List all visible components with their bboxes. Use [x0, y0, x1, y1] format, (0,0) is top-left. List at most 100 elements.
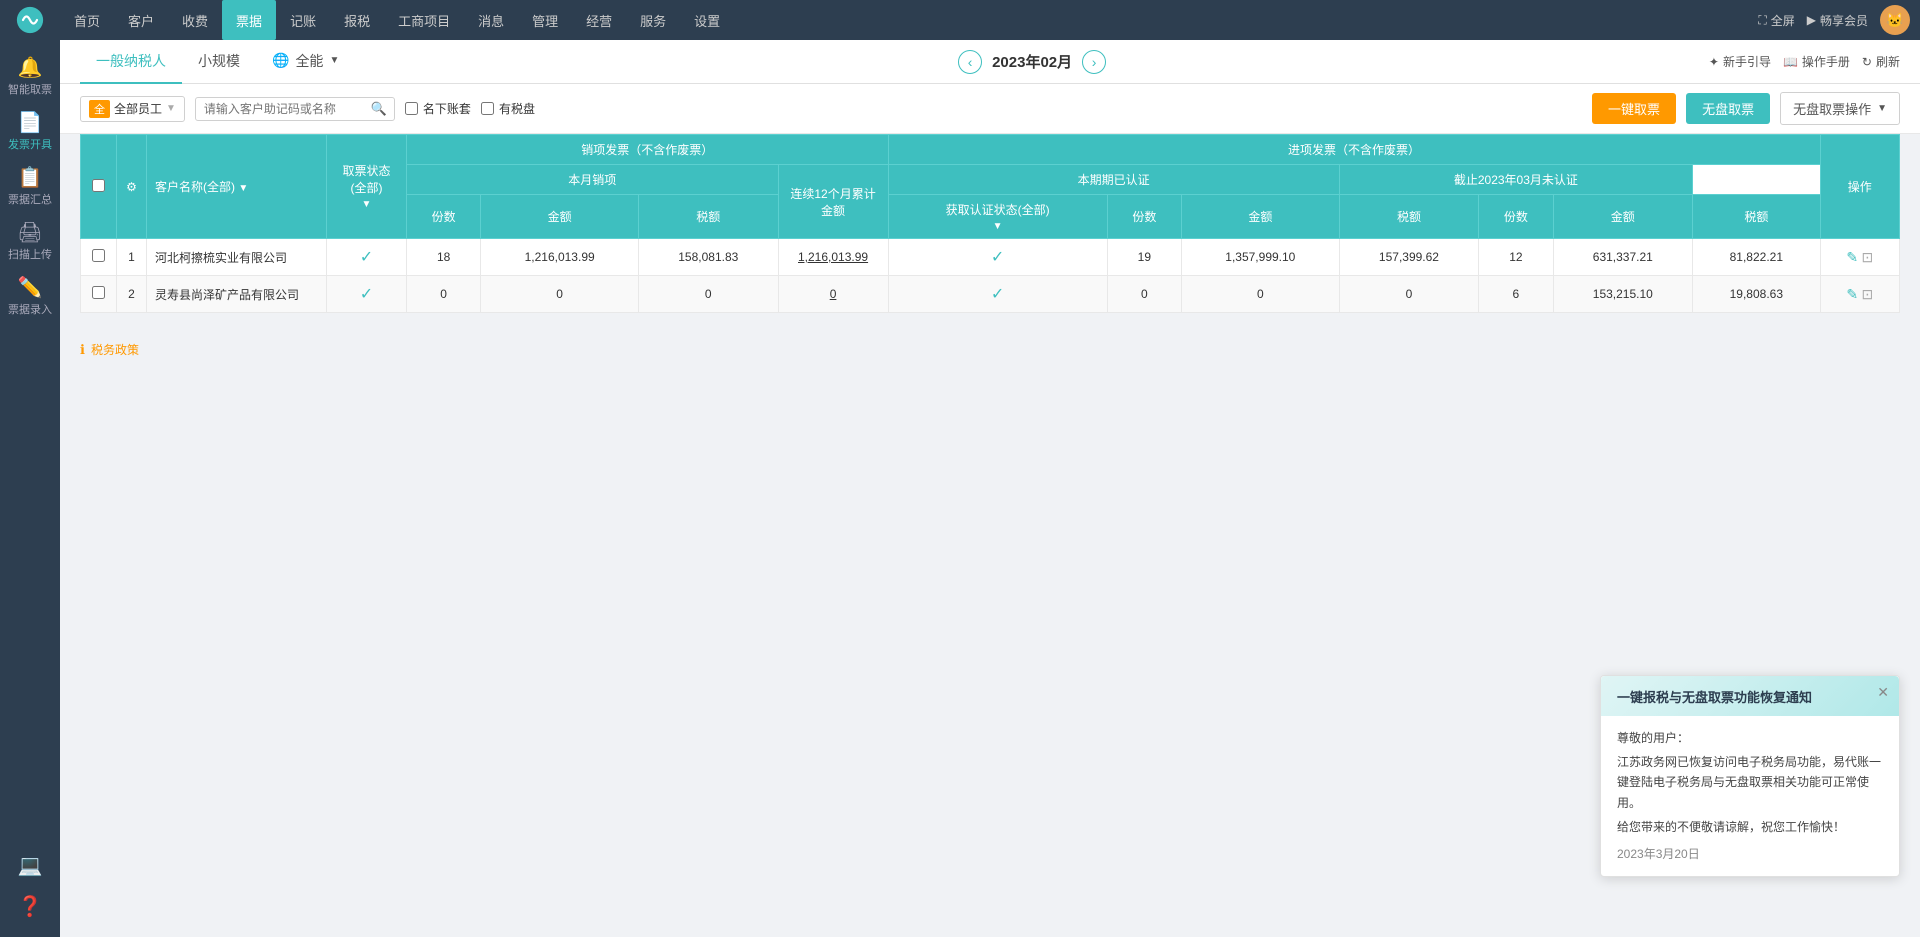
- tab-general-taxpayer[interactable]: 一般纳税人: [80, 40, 182, 84]
- checkbox-has-disk[interactable]: 有税盘: [481, 100, 535, 117]
- cell-name: 河北柯擦梳实业有限公司: [147, 239, 327, 276]
- nav-tax[interactable]: 报税: [330, 0, 384, 40]
- th-jin-rec-shue: 税额: [1339, 195, 1479, 239]
- settings-icon[interactable]: ⚙: [126, 180, 137, 194]
- manual-link[interactable]: 📖 操作手册: [1783, 53, 1850, 70]
- cell-xiao-shue: 158,081.83: [638, 239, 778, 276]
- guide-icon: ✦: [1709, 55, 1719, 69]
- nav-fees[interactable]: 收费: [168, 0, 222, 40]
- sidebar: 🔔 智能取票 📄 发票开具 📋 票据汇总 🖨 扫描上传 ✏️ 票据录入 💻 ❓: [0, 40, 60, 937]
- fullscreen-icon: ⛶: [1758, 13, 1766, 28]
- th-jin-rec-jine: 金额: [1181, 195, 1339, 239]
- sidebar-item-entry[interactable]: ✏️ 票据录入: [0, 270, 60, 325]
- guide-link[interactable]: ✦ 新手引导: [1709, 53, 1771, 70]
- cell-jin-unrec-jine: 631,337.21: [1553, 239, 1693, 276]
- th-xiao-fenshu: 份数: [407, 195, 481, 239]
- tab-all[interactable]: 🌐 全能 ▼: [256, 40, 355, 84]
- notification-body: 尊敬的用户： 江苏政务网已恢复访问电子税务局功能，易代账一键登陆电子税务局与无盘…: [1601, 716, 1899, 876]
- search-input[interactable]: [195, 97, 395, 121]
- th-deadline: 截止2023年03月未认证: [1339, 165, 1692, 195]
- edit-icon-1[interactable]: ✎: [1846, 286, 1858, 302]
- vip-button[interactable]: ▶ 畅享会员: [1807, 12, 1868, 29]
- th-jin-unrec-shue: 税额: [1693, 195, 1820, 239]
- nav-menu: 首页 客户 收费 票据 记账 报税 工商项目 消息 管理 经营 服务 设置: [60, 0, 1758, 40]
- nav-home[interactable]: 首页: [60, 0, 114, 40]
- top-navigation: 首页 客户 收费 票据 记账 报税 工商项目 消息 管理 经营 服务 设置 ⛶ …: [0, 0, 1920, 40]
- nav-management[interactable]: 管理: [518, 0, 572, 40]
- th-ops: 操作: [1820, 135, 1899, 239]
- nav-messages[interactable]: 消息: [464, 0, 518, 40]
- cell-checkbox[interactable]: [81, 276, 117, 313]
- nav-accounting[interactable]: 记账: [276, 0, 330, 40]
- cell-huoqu: ✓: [888, 239, 1107, 276]
- tab-small-scale[interactable]: 小规模: [182, 40, 256, 84]
- filter-icon-status[interactable]: ▼: [362, 199, 372, 210]
- cell-jin-unrec-fenshu: 6: [1479, 276, 1553, 313]
- nav-business[interactable]: 工商项目: [384, 0, 464, 40]
- nav-settings[interactable]: 设置: [680, 0, 734, 40]
- no-disk-ops-dropdown[interactable]: 无盘取票操作 ▼: [1780, 92, 1900, 125]
- table-container: ⚙ 客户名称(全部) ▼ 取票状态(全部) ▼ 销项发票（不含作废票） 进项发票…: [60, 134, 1920, 333]
- cell-xiao-jine: 0: [481, 276, 639, 313]
- staff-select[interactable]: 全 全部员工 ▼: [80, 96, 185, 122]
- one-click-ticket-button[interactable]: 一键取票: [1592, 93, 1676, 124]
- row-checkbox-0[interactable]: [92, 249, 105, 262]
- refresh-icon: ↻: [1862, 55, 1872, 69]
- lianxu-link[interactable]: 1,216,013.99: [798, 250, 868, 264]
- sidebar-bottom-help[interactable]: ❓: [0, 886, 60, 927]
- table-row: 2 灵寿县尚泽矿产品有限公司 ✓ 0 0 0 0 ✓ 0 0 0 6 153,2…: [81, 276, 1900, 313]
- cell-no: 2: [117, 276, 147, 313]
- sidebar-item-scan[interactable]: 🖨 扫描上传: [0, 215, 60, 270]
- month-navigation: ‹ 2023年02月 ›: [355, 50, 1709, 74]
- sidebar-item-invoice-issue[interactable]: 📄 发票开具: [0, 105, 60, 160]
- nav-invoice[interactable]: 票据: [222, 0, 276, 40]
- th-xiao-shue: 税额: [638, 195, 778, 239]
- notification-close-button[interactable]: ✕: [1877, 684, 1889, 701]
- sidebar-item-smart-ticket[interactable]: 🔔 智能取票: [0, 50, 60, 105]
- lianxu-link[interactable]: 0: [830, 287, 837, 301]
- checkbox-own-accounts-input[interactable]: [405, 102, 418, 115]
- th-ticket-status: 取票状态(全部) ▼: [327, 135, 407, 239]
- checkbox-has-disk-input[interactable]: [481, 102, 494, 115]
- notification-header: 一键报税与无盘取票功能恢复通知 ✕: [1601, 676, 1899, 716]
- cell-checkbox[interactable]: [81, 239, 117, 276]
- refresh-link[interactable]: ↻ 刷新: [1862, 53, 1900, 70]
- user-avatar[interactable]: 🐱: [1880, 5, 1910, 35]
- th-xiao-jine: 金额: [481, 195, 639, 239]
- checkbox-own-accounts[interactable]: 名下账套: [405, 100, 471, 117]
- summary-icon: 📋: [18, 168, 43, 188]
- fullscreen-button[interactable]: ⛶ 全屏: [1758, 12, 1794, 29]
- notification-date: 2023年3月20日: [1617, 844, 1883, 864]
- copy-icon-1[interactable]: ⊡: [1861, 286, 1873, 302]
- nav-services[interactable]: 服务: [626, 0, 680, 40]
- table-row: 1 河北柯擦梳实业有限公司 ✓ 18 1,216,013.99 158,081.…: [81, 239, 1900, 276]
- select-all-checkbox[interactable]: [92, 179, 105, 192]
- nav-operations[interactable]: 经营: [572, 0, 626, 40]
- cell-xiao-jine: 1,216,013.99: [481, 239, 639, 276]
- th-jin-unrec-fenshu: 份数: [1479, 195, 1553, 239]
- globe-icon: 🌐: [272, 52, 289, 69]
- invoice-issue-icon: 📄: [18, 113, 43, 133]
- edit-icon-0[interactable]: ✎: [1846, 249, 1858, 265]
- sidebar-bottom: 💻 ❓: [0, 845, 60, 937]
- cell-jin-rec-shue: 0: [1339, 276, 1479, 313]
- smart-ticket-icon: 🔔: [18, 58, 43, 78]
- search-icon[interactable]: 🔍: [371, 101, 387, 117]
- sidebar-item-summary[interactable]: 📋 票据汇总: [0, 160, 60, 215]
- sidebar-bottom-monitor[interactable]: 💻: [0, 845, 60, 886]
- no-disk-ticket-button[interactable]: 无盘取票: [1686, 93, 1770, 124]
- row-checkbox-1[interactable]: [92, 286, 105, 299]
- filter-icon-name[interactable]: ▼: [238, 183, 248, 194]
- tax-policy-link[interactable]: 税务政策: [91, 341, 139, 358]
- filter-icon-huoqu[interactable]: ▼: [993, 221, 1003, 232]
- copy-icon-0[interactable]: ⊡: [1861, 249, 1873, 265]
- vip-icon: ▶: [1807, 13, 1816, 27]
- nav-customer[interactable]: 客户: [114, 0, 168, 40]
- th-jin-rec-fenshu: 份数: [1107, 195, 1181, 239]
- prev-month-button[interactable]: ‹: [958, 50, 982, 74]
- staff-dropdown-icon: ▼: [166, 103, 176, 114]
- next-month-button[interactable]: ›: [1082, 50, 1106, 74]
- top-right-actions: ⛶ 全屏 ▶ 畅享会员 🐱: [1758, 5, 1910, 35]
- cell-jin-unrec-jine: 153,215.10: [1553, 276, 1693, 313]
- th-benyue-rec: 本期期已认证: [888, 165, 1339, 195]
